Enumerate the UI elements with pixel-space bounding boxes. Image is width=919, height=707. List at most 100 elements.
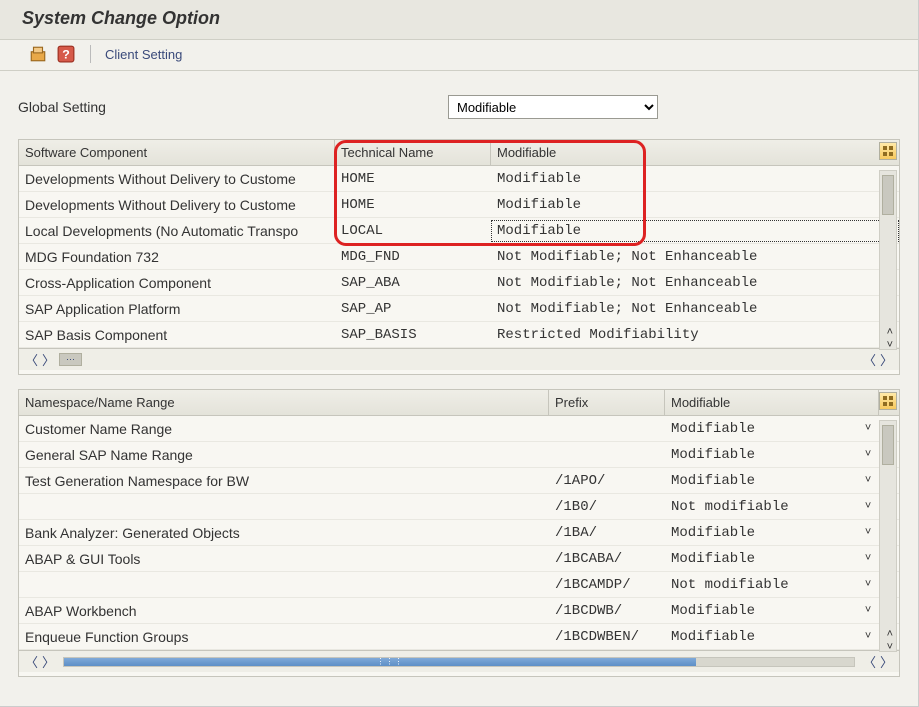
table-row[interactable]: SAP Basis ComponentSAP_BASISRestricted M… <box>19 322 899 348</box>
cell-modifiable[interactable]: Modifiable˅ <box>665 418 879 440</box>
table-row[interactable]: ABAP Workbench/1BCDWB/Modifiable˅ <box>19 598 899 624</box>
col-technical-name[interactable]: Technical Name <box>335 140 491 165</box>
cell-modifiable[interactable]: Modifiable˅ <box>665 444 879 466</box>
table-row[interactable]: /1BCAMDP/Not modifiable˅ <box>19 572 899 598</box>
cell-component: MDG Foundation 732 <box>19 246 335 268</box>
cell-modifiable[interactable]: Modifiable˅ <box>665 522 879 544</box>
cell-techname: SAP_AP <box>335 298 491 320</box>
cell-techname: MDG_FND <box>335 246 491 268</box>
cell-modifiable[interactable]: Not modifiable˅ <box>665 574 879 596</box>
nav-right-icon[interactable]: 〉 <box>42 350 55 369</box>
global-setting-label: Global Setting <box>18 99 438 115</box>
nav-left-icon[interactable]: 〈 <box>25 350 38 369</box>
cell-modifiable[interactable]: Modifiable˅ <box>665 626 879 648</box>
cell-modifiable[interactable]: Not Modifiable; Not Enhanceable˅ <box>491 246 899 268</box>
cell-modifiable[interactable]: Not Modifiable; Not Enhanceable˅ <box>491 298 899 320</box>
grid1-body: Developments Without Delivery to Custome… <box>19 166 899 348</box>
cell-prefix: /1B0/ <box>549 496 665 518</box>
client-setting-link[interactable]: Client Setting <box>105 47 182 62</box>
scroll-down-icon[interactable]: ˅ <box>887 339 893 352</box>
scroll-up-icon[interactable]: ˄ <box>887 326 893 339</box>
table-row[interactable]: Developments Without Delivery to Custome… <box>19 166 899 192</box>
table-row[interactable]: General SAP Name RangeModifiable˅/ <box>19 442 899 468</box>
nav-left-end-icon[interactable]: 〈 <box>863 350 876 369</box>
chevron-down-icon[interactable]: ˅ <box>858 626 878 648</box>
cell-namespace: Bank Analyzer: Generated Objects <box>19 522 549 544</box>
cell-namespace: Enqueue Function Groups <box>19 626 549 648</box>
table-row[interactable]: Customer Name RangeModifiable˅/ <box>19 416 899 442</box>
nav-handle-icon[interactable]: ⋯ <box>59 353 82 366</box>
namespace-grid: Namespace/Name Range Prefix Modifiable T… <box>18 389 900 677</box>
chevron-down-icon[interactable]: ˅ <box>858 600 878 622</box>
cell-prefix <box>549 426 665 432</box>
table-row[interactable]: Local Developments (No Automatic Transpo… <box>19 218 899 244</box>
cell-component: Local Developments (No Automatic Transpo <box>19 220 335 242</box>
cell-namespace: ABAP Workbench <box>19 600 549 622</box>
table-row[interactable]: Test Generation Namespace for BW/1APO/Mo… <box>19 468 899 494</box>
nav-right-end-icon[interactable]: 〉 <box>880 350 893 369</box>
cell-component: SAP Basis Component <box>19 324 335 346</box>
global-setting-select[interactable]: Modifiable <box>448 95 658 119</box>
config-icon[interactable] <box>28 44 48 64</box>
chevron-down-icon[interactable]: ˅ <box>858 548 878 570</box>
cell-prefix <box>549 452 665 458</box>
grid2-header: Namespace/Name Range Prefix Modifiable T <box>19 390 899 416</box>
chevron-down-icon[interactable]: ˅ <box>858 574 878 596</box>
col-namespace[interactable]: Namespace/Name Range <box>19 390 549 415</box>
cell-techname: SAP_ABA <box>335 272 491 294</box>
scroll-up-icon[interactable]: ˄ <box>887 628 893 641</box>
grid-settings-icon[interactable] <box>879 392 897 410</box>
nav-right-end-icon[interactable]: 〉 <box>880 652 893 671</box>
chevron-down-icon[interactable]: ˅ <box>858 418 878 440</box>
col-modifiable2[interactable]: Modifiable <box>665 390 879 415</box>
chevron-down-icon[interactable]: ˅ <box>858 522 878 544</box>
cell-modifiable[interactable]: Modifiable˅ <box>491 220 899 242</box>
cell-component: Developments Without Delivery to Custome <box>19 168 335 190</box>
nav-left-end-icon[interactable]: 〈 <box>863 652 876 671</box>
table-row[interactable]: MDG Foundation 732MDG_FNDNot Modifiable;… <box>19 244 899 270</box>
cell-namespace: Customer Name Range <box>19 418 549 440</box>
cell-modifiable[interactable]: Not Modifiable; Not Enhanceable˅ <box>491 272 899 294</box>
col-software-component[interactable]: Software Component <box>19 140 335 165</box>
cell-namespace: Test Generation Namespace for BW <box>19 470 549 492</box>
cell-techname: SAP_BASIS <box>335 324 491 346</box>
cell-prefix: /1BCDWB/ <box>549 600 665 622</box>
table-row[interactable]: /1B0/Not modifiable˅ <box>19 494 899 520</box>
grid1-vscroll[interactable] <box>879 170 897 350</box>
cell-modifiable[interactable]: Not modifiable˅ <box>665 496 879 518</box>
table-row[interactable]: Cross-Application ComponentSAP_ABANot Mo… <box>19 270 899 296</box>
software-component-grid: Software Component Technical Name Modifi… <box>18 139 900 375</box>
cell-modifiable[interactable]: Modifiable˅ <box>665 470 879 492</box>
grid1-footer: 〈 〉 ⋯ 〈 〉 <box>19 348 899 370</box>
chevron-down-icon[interactable]: ˅ <box>858 470 878 492</box>
grid2-vscroll[interactable] <box>879 420 897 652</box>
table-row[interactable]: Developments Without Delivery to Custome… <box>19 192 899 218</box>
page-title: System Change Option <box>22 8 904 29</box>
global-setting-row: Global Setting Modifiable <box>18 95 900 119</box>
table-row[interactable]: SAP Application PlatformSAP_APNot Modifi… <box>19 296 899 322</box>
cell-modifiable[interactable]: Modifiable˅ <box>491 168 899 190</box>
cell-modifiable[interactable]: Modifiable˅ <box>665 548 879 570</box>
cell-modifiable[interactable]: Restricted Modifiability˅ <box>491 324 899 346</box>
scroll-down-icon[interactable]: ˅ <box>887 641 893 654</box>
grid2-hscroll[interactable]: ⋮⋮⋮ <box>63 657 855 667</box>
separator <box>90 45 91 63</box>
cell-modifiable[interactable]: Modifiable˅ <box>665 600 879 622</box>
col-prefix[interactable]: Prefix <box>549 390 665 415</box>
cell-prefix: /1BCDWBEN/ <box>549 626 665 648</box>
table-row[interactable]: ABAP & GUI Tools/1BCABA/Modifiable˅ <box>19 546 899 572</box>
nav-right-icon[interactable]: 〉 <box>42 652 55 671</box>
col-modifiable[interactable]: Modifiable <box>491 140 899 165</box>
title-bar: System Change Option <box>0 0 918 40</box>
table-row[interactable]: Bank Analyzer: Generated Objects/1BA/Mod… <box>19 520 899 546</box>
chevron-down-icon[interactable]: ˅ <box>858 444 878 466</box>
cell-prefix: /1BCABA/ <box>549 548 665 570</box>
cell-modifiable[interactable]: Modifiable˅ <box>491 194 899 216</box>
table-row[interactable]: Enqueue Function Groups/1BCDWBEN/Modifia… <box>19 624 899 650</box>
svg-text:?: ? <box>62 48 70 62</box>
help-icon[interactable]: ? <box>56 44 76 64</box>
chevron-down-icon[interactable]: ˅ <box>858 496 878 518</box>
nav-left-icon[interactable]: 〈 <box>25 652 38 671</box>
cell-namespace: ABAP & GUI Tools <box>19 548 549 570</box>
cell-techname: HOME <box>335 194 491 216</box>
